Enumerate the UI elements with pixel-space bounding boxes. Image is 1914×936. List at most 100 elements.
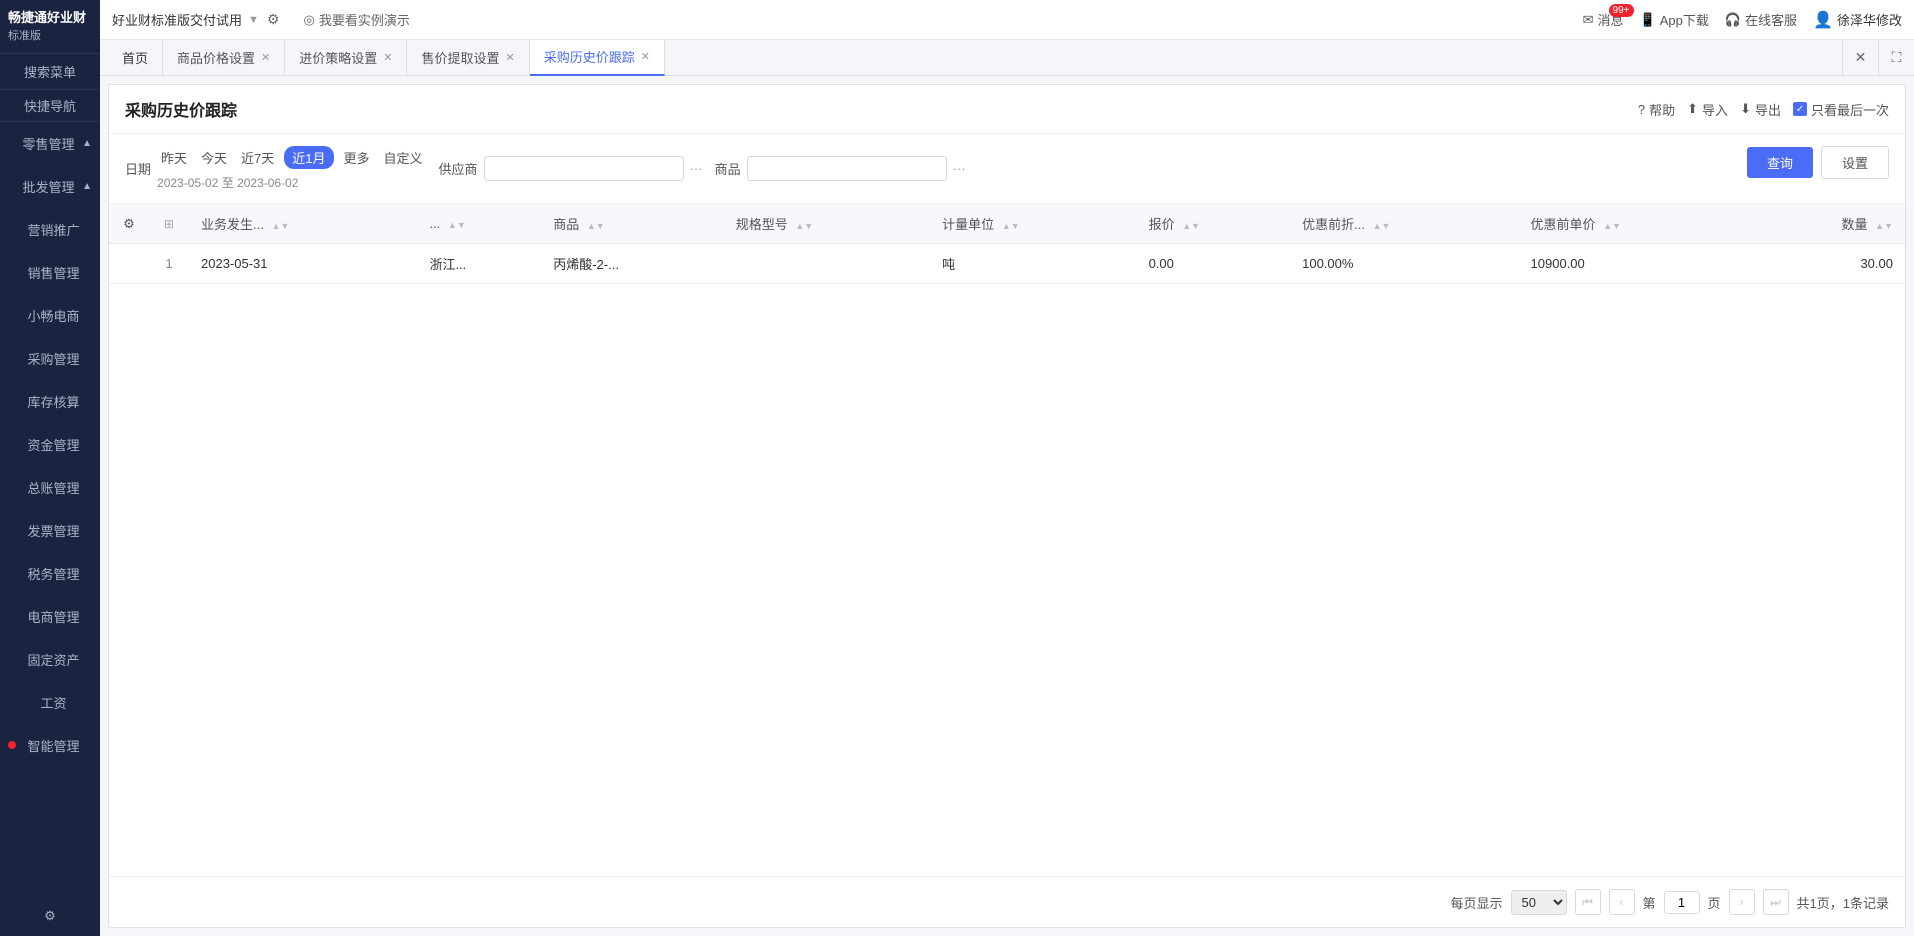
th-quantity[interactable]: 数量 ▲▼ [1751, 204, 1905, 244]
sidebar-item-ecommerce-small[interactable]: 小畅电商 [0, 294, 100, 337]
tab-purchase-history[interactable]: 采购历史价跟踪 ✕ [530, 40, 665, 76]
tab-purchase-strategy[interactable]: 进价策略设置 ✕ [285, 40, 407, 76]
company-selector[interactable]: 好业财标准版交付试用 ▼ [112, 10, 259, 29]
goods-label: 商品 [715, 159, 741, 178]
sidebar-item-smart[interactable]: 智能管理 [0, 724, 100, 767]
pre-discount-sort-icon: ▲▼ [1603, 222, 1621, 231]
table-wrapper: ⚙ ⊞ 业务发生... ▲▼ ... ▲▼ [109, 204, 1905, 876]
goods-input[interactable] [747, 156, 947, 181]
pagi-next-button[interactable]: › [1729, 889, 1755, 915]
message-button[interactable]: ✉ 消息 99+ [1583, 10, 1624, 29]
th-unit[interactable]: 计量单位 ▲▼ [930, 204, 1136, 244]
th-gear[interactable]: ⚙ [109, 204, 149, 244]
online-service-button[interactable]: 🎧 在线客服 [1725, 10, 1797, 29]
supplier-more-icon[interactable]: ··· [690, 161, 703, 176]
sidebar: 畅捷通好业财 标准版 搜索菜单 快捷导航 零售管理 ▲ 批发管理 ▲ 营销推广 … [0, 0, 100, 936]
table-body: 1 2023-05-31 浙江... 丙烯酸-2-... 吨 0.00 100.… [109, 244, 1905, 284]
tab-purchase-strategy-close[interactable]: ✕ [383, 51, 392, 64]
per-page-select[interactable]: 50 10 20 100 [1511, 890, 1567, 915]
date-opt-yesterday[interactable]: 昨天 [157, 146, 191, 169]
demo-link[interactable]: ◎ 我要看实例演示 [303, 10, 409, 29]
sidebar-item-tax[interactable]: 税务管理 [0, 552, 100, 595]
th-pre-discount-price-label: 优惠前单价 [1531, 217, 1596, 232]
table-row[interactable]: 1 2023-05-31 浙江... 丙烯酸-2-... 吨 0.00 100.… [109, 244, 1905, 284]
tab-home[interactable]: 首页 [108, 40, 163, 76]
biz-date-sort-icon: ▲▼ [271, 222, 289, 231]
pagi-first-button[interactable]: ⏮ [1575, 889, 1601, 915]
sidebar-item-marketing[interactable]: 营销推广 [0, 208, 100, 251]
sidebar-item-sales[interactable]: 销售管理 [0, 251, 100, 294]
row-quoted-price-cell: 0.00 [1137, 244, 1291, 284]
th-biz-date[interactable]: 业务发生... ▲▼ [189, 204, 417, 244]
pagi-last-button[interactable]: ⏭ [1763, 889, 1789, 915]
supplier-filter: 供应商 ··· [439, 156, 703, 181]
logo-subtitle: 标准版 [8, 27, 92, 43]
quantity-sort-icon: ▲▼ [1875, 222, 1893, 231]
sidebar-item-payroll[interactable]: 工资 [0, 681, 100, 724]
date-opt-today[interactable]: 今天 [197, 146, 231, 169]
tab-sale-price[interactable]: 售价提取设置 ✕ [407, 40, 529, 76]
sidebar-search[interactable]: 搜索菜单 [0, 54, 100, 90]
date-opt-more[interactable]: 更多 [340, 146, 374, 169]
row-more-cell: 浙江... [417, 244, 541, 284]
more-sort-icon: ▲▼ [448, 221, 466, 230]
table-settings-icon[interactable]: ⚙ [123, 216, 135, 231]
date-opt-last7[interactable]: 近7天 [237, 146, 278, 169]
header-actions: ? 帮助 ⬆ 导入 ⬇ 导出 ✓ 只看最后一次 [1638, 100, 1889, 119]
tab-goods-price[interactable]: 商品价格设置 ✕ [163, 40, 285, 76]
pagi-page-input[interactable] [1664, 891, 1700, 914]
tab-close-button[interactable]: ✕ [1842, 40, 1878, 76]
th-more[interactable]: ... ▲▼ [417, 204, 541, 244]
tab-maximize-button[interactable]: ⛶ [1878, 40, 1914, 76]
sidebar-item-finance[interactable]: 资金管理 [0, 423, 100, 466]
th-quoted-price[interactable]: 报价 ▲▼ [1137, 204, 1291, 244]
unit-sort-icon: ▲▼ [1002, 222, 1020, 231]
import-button[interactable]: ⬆ 导入 [1687, 100, 1728, 119]
sidebar-gear-button[interactable]: ⚙ [0, 896, 100, 936]
only-last-label: 只看最后一次 [1811, 100, 1889, 119]
query-button[interactable]: 查询 [1747, 147, 1813, 178]
goods-more-icon[interactable]: ··· [953, 161, 966, 176]
pagination-bar: 每页显示 50 10 20 100 ⏮ ‹ 第 页 › ⏭ 共1页，1条记录 [109, 876, 1905, 927]
sidebar-item-assets[interactable]: 固定资产 [0, 638, 100, 681]
topbar-settings-icon[interactable]: ⚙ [267, 11, 280, 28]
row-quantity-cell: 30.00 [1751, 244, 1905, 284]
th-pre-discount-price[interactable]: 优惠前单价 ▲▼ [1519, 204, 1752, 244]
tab-purchase-history-close[interactable]: ✕ [641, 50, 650, 63]
sidebar-item-purchase[interactable]: 采购管理 [0, 337, 100, 380]
filter-row: 日期 昨天 今天 近7天 近1月 更多 自定义 2023-05-02 至 202… [125, 146, 1723, 191]
only-last-checkbox[interactable]: ✓ [1793, 102, 1807, 116]
only-last-checkbox-group[interactable]: ✓ 只看最后一次 [1793, 100, 1889, 119]
settings-button[interactable]: 设置 [1821, 146, 1889, 179]
table-header-row: ⚙ ⊞ 业务发生... ▲▼ ... ▲▼ [109, 204, 1905, 244]
import-label: 导入 [1702, 100, 1728, 119]
sidebar-item-inventory[interactable]: 库存核算 [0, 380, 100, 423]
sidebar-item-invoice[interactable]: 发票管理 [0, 509, 100, 552]
page-title: 采购历史价跟踪 [125, 97, 237, 121]
sidebar-item-ledger[interactable]: 总账管理 [0, 466, 100, 509]
tab-sale-price-close[interactable]: ✕ [506, 51, 515, 64]
date-options: 昨天 今天 近7天 近1月 更多 自定义 [157, 146, 427, 169]
user-menu[interactable]: 👤 徐泽华修改 [1813, 10, 1902, 30]
supplier-input[interactable] [484, 156, 684, 181]
th-goods[interactable]: 商品 ▲▼ [541, 204, 724, 244]
th-discount[interactable]: 优惠前折... ▲▼ [1290, 204, 1518, 244]
sidebar-quick-nav[interactable]: 快捷导航 [0, 90, 100, 122]
th-quantity-label: 数量 [1842, 217, 1868, 232]
help-button[interactable]: ? 帮助 [1638, 100, 1675, 119]
app-download-button[interactable]: 📱 App下载 [1640, 10, 1709, 29]
date-label: 日期 [125, 159, 151, 178]
th-spec[interactable]: 规格型号 ▲▼ [724, 204, 930, 244]
tab-goods-price-close[interactable]: ✕ [261, 51, 270, 64]
sidebar-item-retail[interactable]: 零售管理 ▲ [0, 122, 100, 165]
sidebar-item-wholesale[interactable]: 批发管理 ▲ [0, 165, 100, 208]
topbar: 好业财标准版交付试用 ▼ ⚙ ◎ 我要看实例演示 ✉ 消息 99+ 📱 App下… [100, 0, 1914, 40]
date-opt-last1month[interactable]: 近1月 [284, 146, 333, 169]
pagi-prev-button[interactable]: ‹ [1609, 889, 1635, 915]
export-button[interactable]: ⬇ 导出 [1740, 100, 1781, 119]
company-chevron-icon: ▼ [248, 14, 259, 26]
row-pre-discount-price-cell: 10900.00 [1519, 244, 1752, 284]
sidebar-item-ecommerce[interactable]: 电商管理 [0, 595, 100, 638]
filter-area: 日期 昨天 今天 近7天 近1月 更多 自定义 2023-05-02 至 202… [109, 134, 1905, 204]
date-opt-custom[interactable]: 自定义 [380, 146, 427, 169]
